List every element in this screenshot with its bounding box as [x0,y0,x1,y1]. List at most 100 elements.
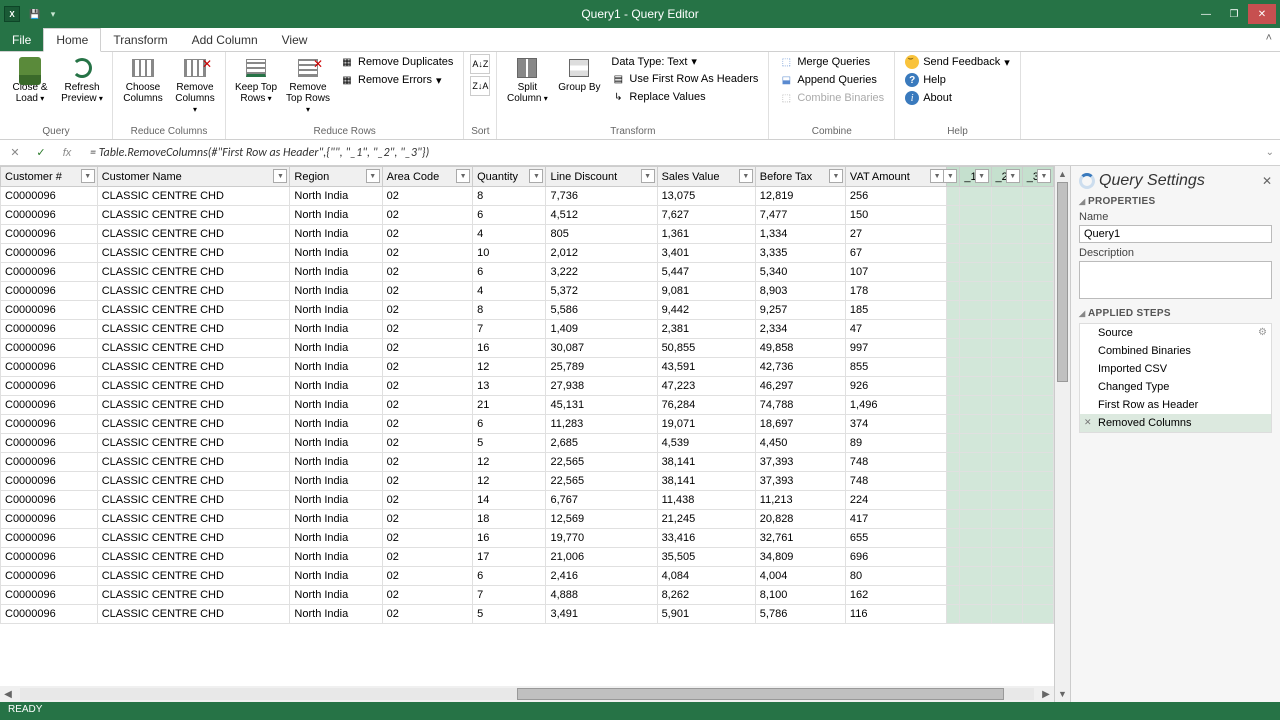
table-row[interactable]: C0000096CLASSIC CENTRE CHDNorth India027… [1,586,1054,605]
cell-extra[interactable] [960,244,991,263]
cell[interactable]: CLASSIC CENTRE CHD [97,244,290,263]
minimize-button[interactable]: — [1192,4,1220,24]
cell-extra[interactable] [991,453,1022,472]
cell[interactable]: 150 [845,206,946,225]
table-row[interactable]: C0000096CLASSIC CENTRE CHDNorth India022… [1,396,1054,415]
cell[interactable]: 38,141 [657,453,755,472]
column-header-extra[interactable]: _2▼ [991,167,1022,187]
cell[interactable]: North India [290,358,382,377]
cell[interactable]: 02 [382,548,472,567]
vertical-scrollbar[interactable]: ▲ ▼ [1054,166,1070,702]
cell[interactable]: 2,416 [546,567,657,586]
cell[interactable]: 21 [473,396,546,415]
filter-icon[interactable]: ▼ [943,169,957,183]
cell[interactable]: 17 [473,548,546,567]
cell-extra[interactable] [991,434,1022,453]
cell[interactable]: C0000096 [1,586,98,605]
cell-extra[interactable] [947,472,960,491]
cell-extra[interactable] [960,282,991,301]
cell-extra[interactable] [991,206,1022,225]
cell[interactable]: 6 [473,263,546,282]
cell-extra[interactable] [991,472,1022,491]
cell-extra[interactable] [991,282,1022,301]
cell-extra[interactable] [947,586,960,605]
cell-extra[interactable] [1022,434,1053,453]
cell[interactable]: 11,213 [755,491,845,510]
cell[interactable]: 8 [473,301,546,320]
table-row[interactable]: C0000096CLASSIC CENTRE CHDNorth India026… [1,415,1054,434]
formula-cancel-button[interactable]: ✕ [6,144,24,162]
filter-icon[interactable]: ▼ [456,169,470,183]
cell[interactable]: 1,334 [755,225,845,244]
remove-errors-button[interactable]: ▦Remove Errors ▾ [336,72,457,88]
cell[interactable]: CLASSIC CENTRE CHD [97,301,290,320]
filter-icon[interactable]: ▼ [81,169,95,183]
filter-icon[interactable]: ▼ [1037,169,1051,183]
cell[interactable]: C0000096 [1,510,98,529]
cell-extra[interactable] [947,358,960,377]
column-header-extra[interactable]: ▼ [947,167,960,187]
cell-extra[interactable] [1022,225,1053,244]
cell[interactable]: 02 [382,377,472,396]
cell[interactable]: 16 [473,339,546,358]
cell[interactable]: 74,788 [755,396,845,415]
cell[interactable]: 18,697 [755,415,845,434]
formula-text[interactable]: = Table.RemoveColumns(#"First Row as Hea… [84,144,1258,162]
cell[interactable]: 185 [845,301,946,320]
combine-binaries-button[interactable]: ⬚Combine Binaries [775,90,888,106]
cell[interactable]: C0000096 [1,377,98,396]
cell[interactable]: North India [290,453,382,472]
cell[interactable]: 12 [473,472,546,491]
choose-columns-button[interactable]: Choose Columns [119,54,167,106]
cell[interactable]: 02 [382,491,472,510]
tab-view[interactable]: View [270,28,320,51]
cell-extra[interactable] [947,320,960,339]
cell-extra[interactable] [991,358,1022,377]
cell[interactable]: 13 [473,377,546,396]
cell-extra[interactable] [991,263,1022,282]
cell-extra[interactable] [991,320,1022,339]
data-grid[interactable]: Customer #▼Customer Name▼Region▼Area Cod… [0,166,1054,686]
cell[interactable]: 655 [845,529,946,548]
filter-icon[interactable]: ▼ [930,169,944,183]
table-row[interactable]: C0000096CLASSIC CENTRE CHDNorth India024… [1,282,1054,301]
cell[interactable]: 22,565 [546,472,657,491]
cell-extra[interactable] [947,339,960,358]
cell[interactable]: North India [290,263,382,282]
cell-extra[interactable] [960,206,991,225]
cell-extra[interactable] [960,567,991,586]
cell[interactable]: 30,087 [546,339,657,358]
refresh-preview-button[interactable]: Refresh Preview [58,54,106,106]
cell[interactable]: 18 [473,510,546,529]
cell[interactable]: 2,334 [755,320,845,339]
cell-extra[interactable] [960,548,991,567]
table-row[interactable]: C0000096CLASSIC CENTRE CHDNorth India021… [1,339,1054,358]
cell[interactable]: 02 [382,225,472,244]
cell[interactable]: C0000096 [1,301,98,320]
cell[interactable]: C0000096 [1,472,98,491]
applied-step[interactable]: Combined Binaries [1080,342,1271,360]
cell-extra[interactable] [960,586,991,605]
close-load-button[interactable]: Close & Load [6,54,54,106]
cell[interactable]: 20,828 [755,510,845,529]
cell[interactable]: North India [290,586,382,605]
cell[interactable]: 805 [546,225,657,244]
filter-icon[interactable]: ▼ [641,169,655,183]
cell[interactable]: C0000096 [1,244,98,263]
cell[interactable]: 178 [845,282,946,301]
table-row[interactable]: C0000096CLASSIC CENTRE CHDNorth India021… [1,548,1054,567]
table-row[interactable]: C0000096CLASSIC CENTRE CHDNorth India026… [1,206,1054,225]
cell[interactable]: 3,335 [755,244,845,263]
filter-icon[interactable]: ▼ [739,169,753,183]
cell[interactable]: 224 [845,491,946,510]
cell[interactable]: 5,786 [755,605,845,624]
cell[interactable]: 02 [382,244,472,263]
cell[interactable]: 02 [382,358,472,377]
scroll-down-icon[interactable]: ▼ [1055,686,1070,702]
cell[interactable]: 89 [845,434,946,453]
cell[interactable]: C0000096 [1,225,98,244]
cell-extra[interactable] [947,282,960,301]
cell[interactable]: North India [290,548,382,567]
cell[interactable]: 9,081 [657,282,755,301]
cell-extra[interactable] [991,225,1022,244]
